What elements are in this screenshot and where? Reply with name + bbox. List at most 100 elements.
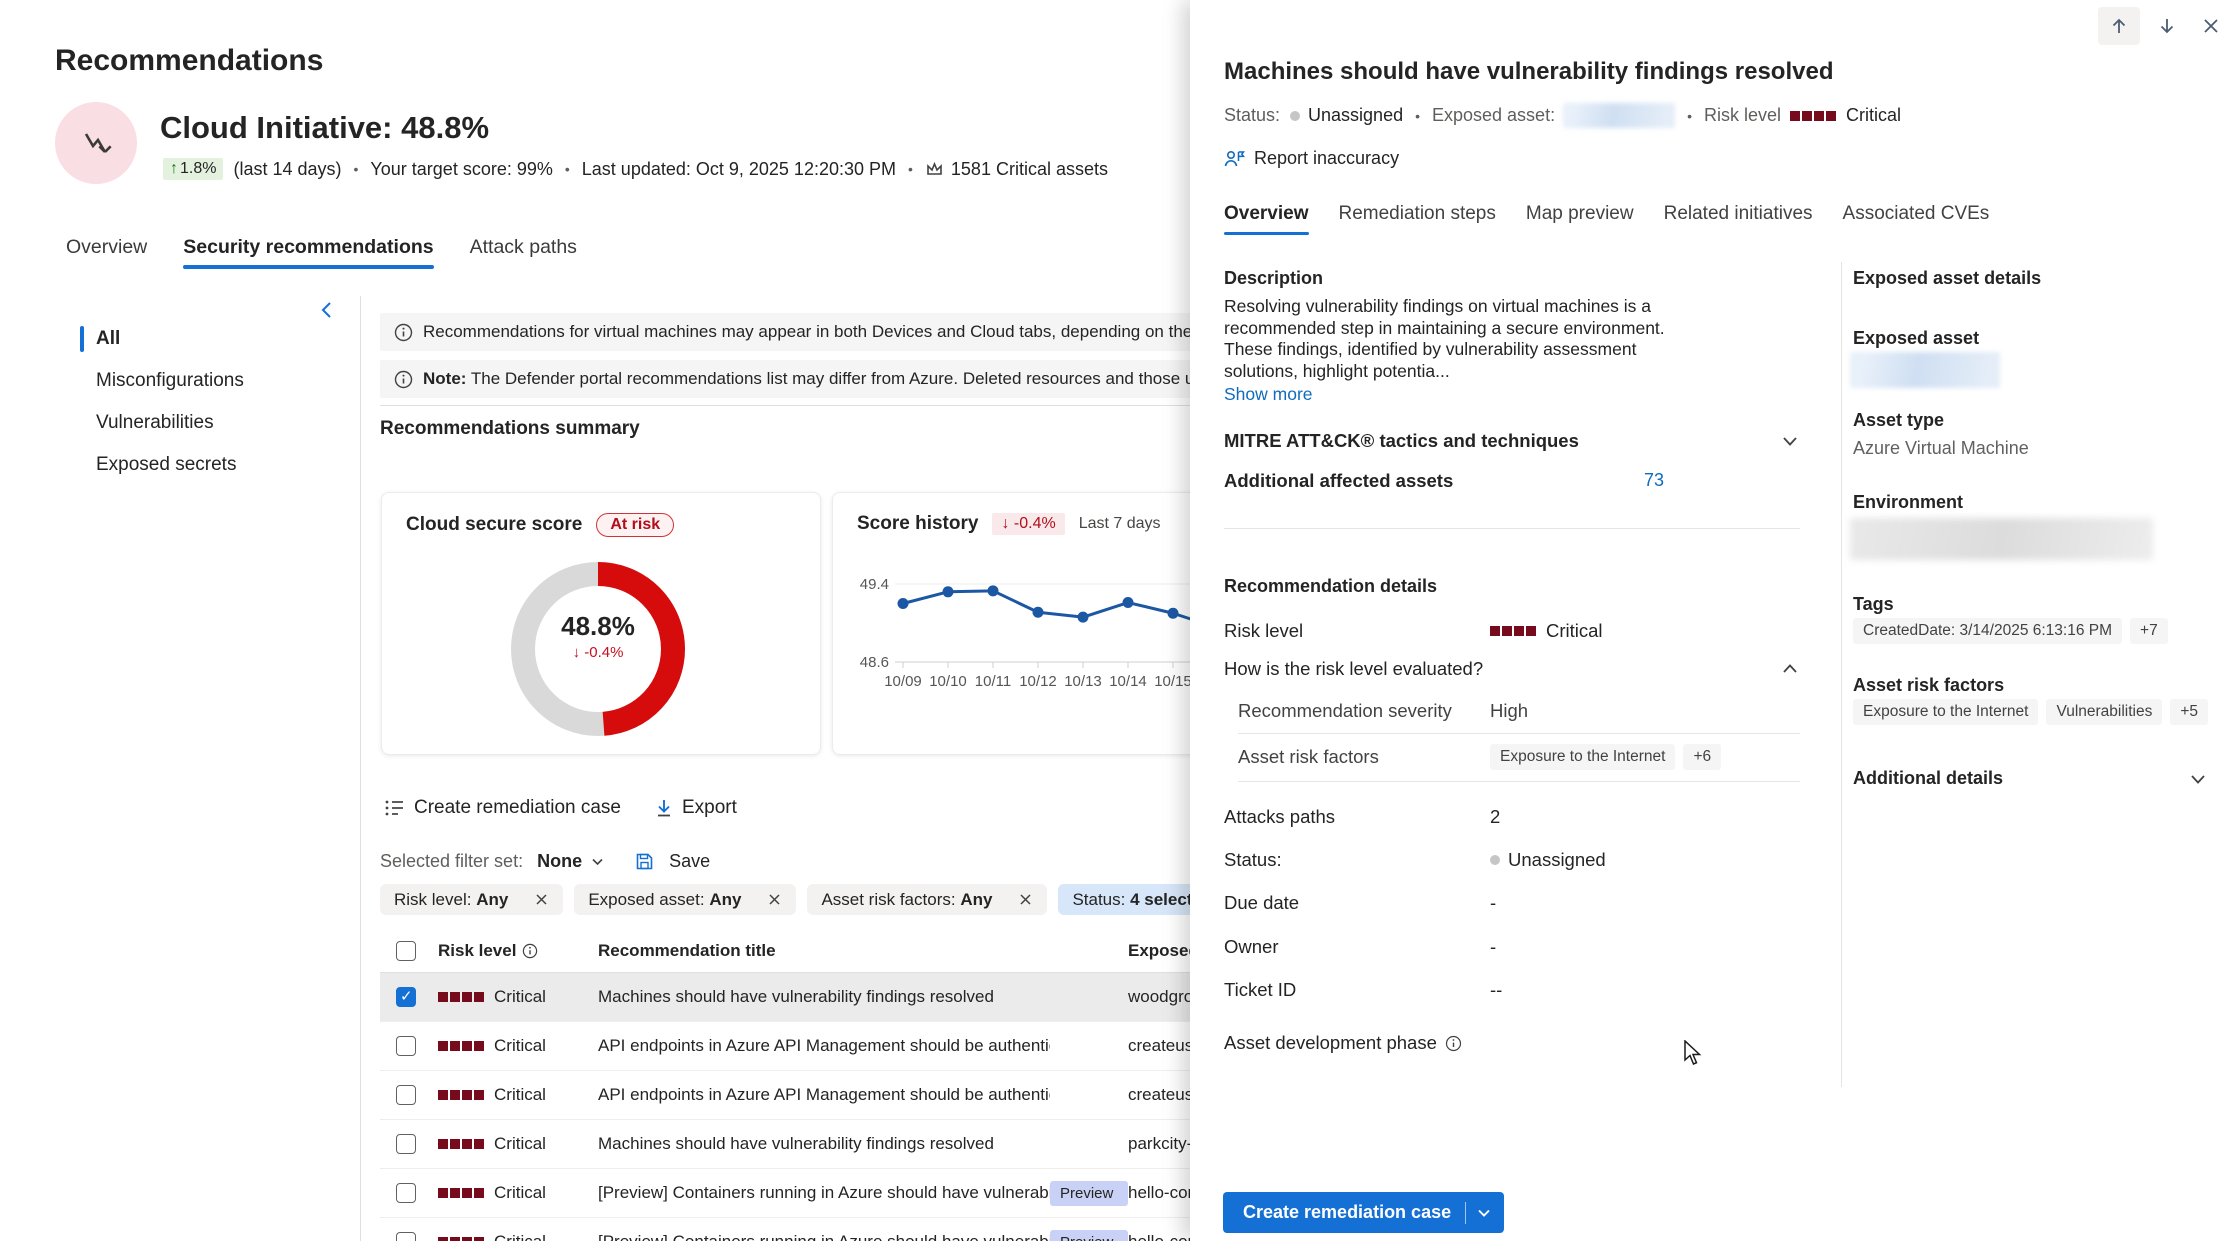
separator-dot: • [1687,108,1692,124]
banner-text: The Defender portal recommendations list… [466,369,1195,388]
sidebar-item-exposed-secrets[interactable]: Exposed secrets [80,444,340,486]
panel-tab-related-initiatives[interactable]: Related initiatives [1664,203,1813,235]
additional-details-accordion[interactable]: Additional details [1853,768,2208,789]
detail-row-asset-risk-factors: Asset risk factors Exposure to the Inter… [1238,744,1814,770]
previous-item-button[interactable] [2098,7,2140,45]
panel-column-divider [1841,262,1842,1087]
tab-security-recommendations[interactable]: Security recommendations [183,236,433,267]
export-button[interactable]: Export [655,797,737,819]
affected-assets-count-link[interactable]: 73 [1644,470,1664,491]
trend-badge: ↑ 1.8% [163,158,223,180]
row-checkbox[interactable] [396,987,416,1007]
remove-filter-icon[interactable] [767,892,782,907]
row-checkbox[interactable] [396,1036,416,1056]
description-text: Resolving vulnerability findings on virt… [1224,296,1694,382]
filter-chip-risk-level[interactable]: Risk level: Any [380,884,563,915]
risk-factor-overflow-chip[interactable]: +6 [1683,744,1721,770]
chevron-down-icon[interactable] [1476,1205,1492,1221]
svg-text:10/11: 10/11 [975,673,1011,690]
row-checkbox[interactable] [396,1134,416,1154]
initiative-title: Cloud Initiative: 48.8% [160,110,489,146]
create-remediation-case-label: Create remediation case [414,797,621,819]
svg-text:48.6: 48.6 [860,654,889,671]
row-checkbox[interactable] [396,1085,416,1105]
panel-tab-overview[interactable]: Overview [1224,203,1309,235]
next-item-button[interactable] [2146,7,2188,45]
tag-overflow-chip[interactable]: +7 [2130,618,2168,644]
preview-badge: Preview [1050,1230,1128,1241]
sidebar-item-misconfigurations[interactable]: Misconfigurations [80,360,340,402]
sidebar-item-vulnerabilities[interactable]: Vulnerabilities [80,402,340,444]
recommendations-sidebar: All Misconfigurations Vulnerabilities Ex… [80,318,340,486]
chevron-down-icon[interactable] [2188,769,2208,789]
status-value: Unassigned [1308,105,1403,126]
create-remediation-case-primary-button[interactable]: Create remediation case [1223,1192,1504,1233]
svg-text:49.4: 49.4 [860,576,889,593]
row-checkbox[interactable] [396,1183,416,1203]
svg-text:10/09: 10/09 [884,673,922,690]
svg-text:10/10: 10/10 [929,673,967,690]
filter-set-value[interactable]: None [537,851,582,872]
show-more-link[interactable]: Show more [1224,384,1313,405]
tab-attack-paths[interactable]: Attack paths [470,236,577,267]
sub-divider [1238,733,1800,734]
initiative-meta: ↑ 1.8% (last 14 days) • Your target scor… [163,158,1108,180]
tag-chip: CreatedDate: 3/14/2025 6:13:16 PM [1853,618,2122,644]
recommendations-page: Recommendations Cloud Initiative: 48.8% … [0,0,2236,1241]
tab-overview[interactable]: Overview [66,236,147,267]
section-divider [1224,528,1800,529]
exposed-asset-label: Exposed asset: [1432,105,1555,126]
last-updated: Last updated: Oct 9, 2025 12:20:30 PM [582,159,896,180]
detail-row-ticket-id: Ticket ID -- [1224,979,1800,1001]
remove-filter-icon[interactable] [1018,892,1033,907]
summary-heading: Recommendations summary [380,418,640,440]
info-icon [394,370,413,389]
separator-dot: • [1415,108,1420,124]
critical-assets-count: 1581 Critical assets [951,159,1108,180]
separator-dot: • [565,161,570,177]
info-icon [522,943,538,959]
svg-text:10/14: 10/14 [1109,673,1147,690]
sub-divider [1238,781,1800,782]
exposed-asset-redacted-value [1850,352,2000,388]
risk-evaluated-accordion[interactable]: How is the risk level evaluated? [1224,658,1800,680]
panel-status-row: Status: Unassigned • Exposed asset: • Ri… [1224,103,1901,128]
banner-text: Recommendations for virtual machines may… [423,322,1195,342]
secure-score-delta: ↓ -0.4% [498,644,698,661]
risk-level-bars [1490,626,1538,636]
chevron-up-icon[interactable] [1780,659,1800,679]
close-panel-button[interactable] [2190,7,2232,45]
mitre-attck-section[interactable]: MITRE ATT&CK® tactics and techniques [1224,430,1800,452]
secure-score-value: 48.8% [498,611,698,642]
risk-factor-overflow-chip[interactable]: +5 [2170,699,2208,725]
risk-level-value: Critical [1846,105,1901,126]
chevron-down-icon[interactable] [590,854,605,869]
remove-filter-icon[interactable] [534,892,549,907]
panel-tab-associated-cves[interactable]: Associated CVEs [1843,203,1990,235]
info-icon[interactable] [1445,1035,1462,1052]
asset-type-label: Asset type [1853,410,1944,431]
status-dot-icon [1490,855,1500,865]
sidebar-collapse-button[interactable] [318,300,336,320]
target-score: Your target score: 99% [370,159,552,180]
report-person-flag-icon [1223,148,1245,169]
select-all-checkbox[interactable] [396,941,416,961]
filter-chip-exposed-asset[interactable]: Exposed asset: Any [574,884,796,915]
panel-tab-map-preview[interactable]: Map preview [1526,203,1634,235]
close-icon [2202,17,2220,35]
chevron-down-icon[interactable] [1780,431,1800,451]
report-inaccuracy-button[interactable]: Report inaccuracy [1223,148,1399,169]
row-checkbox[interactable] [396,1232,416,1241]
arrow-down-icon [2157,16,2177,36]
save-filter-button[interactable]: Save [669,851,710,872]
detail-row-asset-dev-phase: Asset development phase [1224,1032,1800,1054]
tags-label: Tags [1853,594,1894,615]
trend-period: (last 14 days) [233,159,341,180]
primary-button-label: Create remediation case [1243,1202,1451,1223]
panel-tab-remediation-steps[interactable]: Remediation steps [1339,203,1496,235]
sidebar-item-all[interactable]: All [80,318,340,360]
filter-chip-asset-risk-factors[interactable]: Asset risk factors: Any [807,884,1047,915]
secure-score-title: Cloud secure score [406,514,582,536]
create-remediation-case-button[interactable]: Create remediation case [384,797,621,819]
button-separator [1465,1202,1466,1224]
